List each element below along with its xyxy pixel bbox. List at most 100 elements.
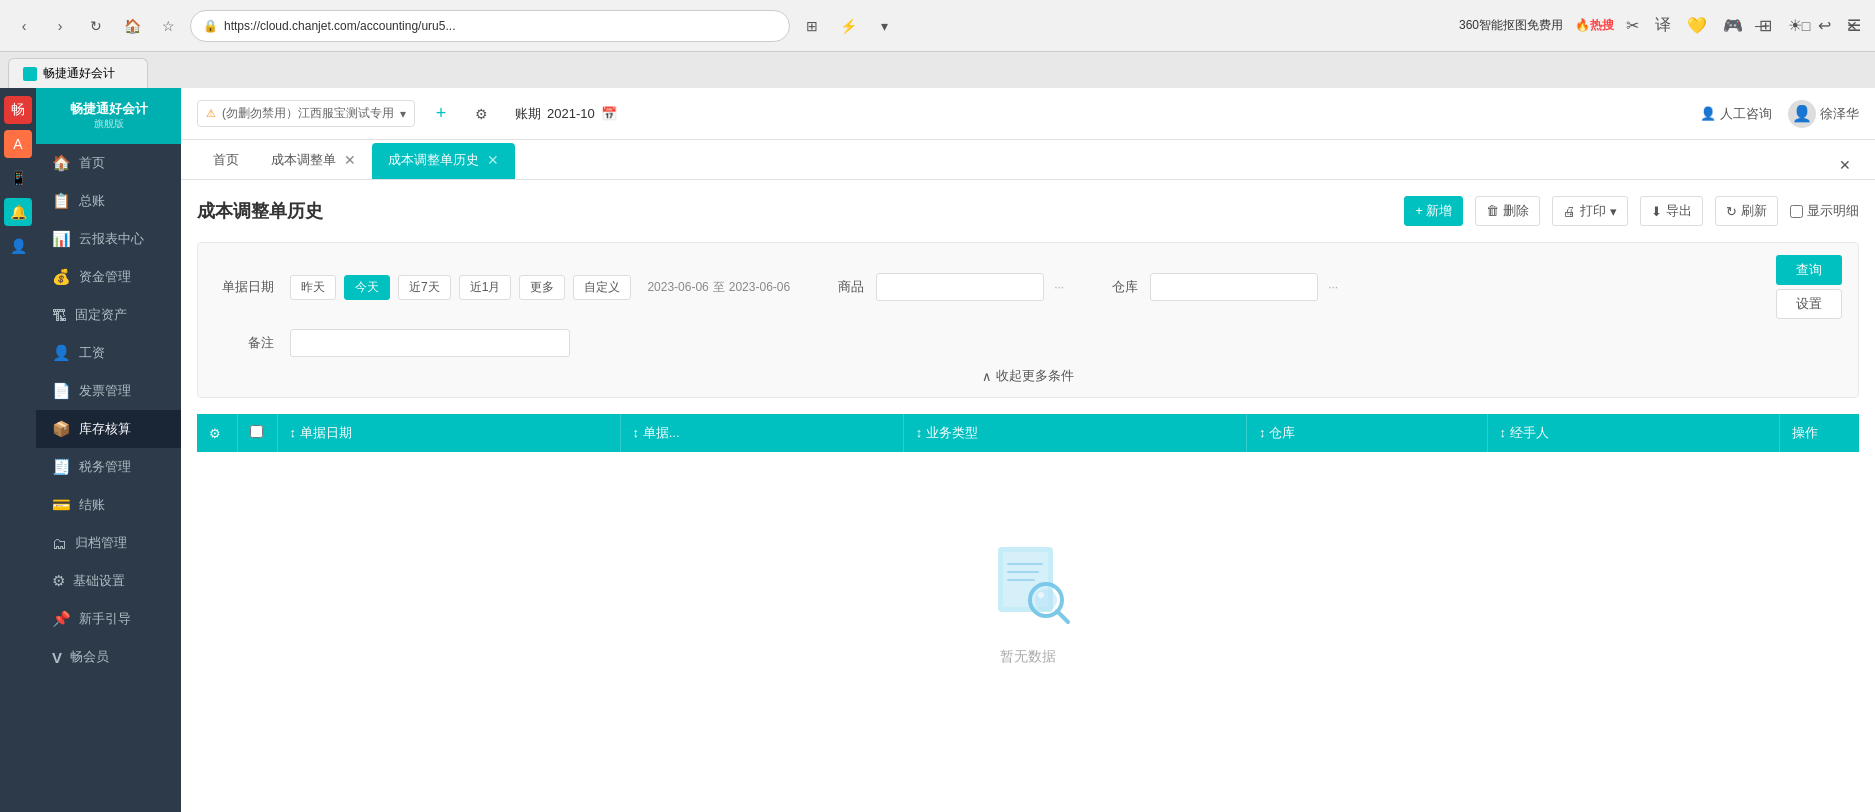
- flash-button[interactable]: ⚡: [834, 12, 862, 40]
- th-warehouse[interactable]: ↕ 仓库: [1246, 414, 1487, 452]
- date-filter: 昨天 今天 近7天 近1月 更多 自定义 2023-06-06 至 2023-0…: [290, 275, 790, 300]
- sidebar-item-fixed-assets[interactable]: 🏗 固定资产: [36, 296, 181, 334]
- th-checkbox[interactable]: [237, 414, 277, 452]
- filter-settings-btn[interactable]: 设置: [1776, 289, 1842, 319]
- refresh-button[interactable]: ↻: [82, 12, 110, 40]
- display-cols-checkbox[interactable]: [1790, 205, 1803, 218]
- browser-chrome: ‹ › ↻ 🏠 ☆ 🔒 https://cloud.chanjet.com/ac…: [0, 0, 1875, 52]
- page-tab-home[interactable]: 首页: [197, 143, 255, 179]
- address-bar[interactable]: 🔒 https://cloud.chanjet.com/accounting/u…: [190, 10, 790, 42]
- grid-button[interactable]: ⊞: [798, 12, 826, 40]
- company-selector[interactable]: ⚠ (勿删勿禁用）江西服宝测试专用 ▾: [197, 100, 415, 127]
- th-number[interactable]: ↕ 单据...: [620, 414, 903, 452]
- refresh-btn[interactable]: ↻ 刷新: [1715, 196, 1778, 226]
- app-container: 畅 A 📱 🔔 👤 畅捷通好会计 旗舰版 🏠 首页 📋 总账 📊 云报表中心: [0, 88, 1875, 812]
- sidebar-item-tax[interactable]: 🧾 税务管理: [36, 448, 181, 486]
- dropdown-button[interactable]: ▾: [870, 12, 898, 40]
- main-content: ⚠ (勿删勿禁用）江西服宝测试专用 ▾ + ⚙ 账期 2021-10 📅 👤 人…: [181, 88, 1875, 812]
- page-tab-history-label: 成本调整单历史: [388, 151, 479, 169]
- sidebar-item-funds[interactable]: 💰 资金管理: [36, 258, 181, 296]
- sidebar-item-invoices[interactable]: 📄 发票管理: [36, 372, 181, 410]
- note-input[interactable]: [290, 329, 570, 357]
- delete-btn[interactable]: 🗑 删除: [1475, 196, 1540, 226]
- sidebar-item-settle[interactable]: 💳 结账: [36, 486, 181, 524]
- sidebar-item-guide[interactable]: 📌 新手引导: [36, 600, 181, 638]
- sidebar-item-general-ledger[interactable]: 📋 总账: [36, 182, 181, 220]
- export-btn[interactable]: ⬇ 导出: [1640, 196, 1703, 226]
- settings-cog-btn[interactable]: ⚙: [467, 100, 495, 128]
- filter-warehouse: 仓库 ···: [1112, 273, 1338, 301]
- sidebar-item-reports[interactable]: 📊 云报表中心: [36, 220, 181, 258]
- sidebar-item-inventory[interactable]: 📦 库存核算: [36, 410, 181, 448]
- minimize-btn[interactable]: ─: [1737, 0, 1783, 52]
- back-button[interactable]: ‹: [10, 12, 38, 40]
- tax-icon: 🧾: [52, 458, 71, 476]
- th-handler[interactable]: ↕ 经手人: [1487, 414, 1779, 452]
- user-info[interactable]: 👤 徐泽华: [1788, 100, 1859, 128]
- date-btn-today[interactable]: 今天: [344, 275, 390, 300]
- svg-point-6: [1035, 589, 1057, 611]
- strip-icon-1[interactable]: 📱: [4, 164, 32, 192]
- page-tab-cost-adjust[interactable]: 成本调整单 ✕: [255, 143, 372, 179]
- warehouse-input[interactable]: [1150, 273, 1318, 301]
- chevron-up-icon: ∧: [982, 369, 992, 384]
- th-date[interactable]: ↕ 单据日期: [277, 414, 620, 452]
- print-btn[interactable]: 🖨 打印 ▾: [1552, 196, 1628, 226]
- search-text: 360智能抠图免费用: [1459, 17, 1563, 34]
- tab-label-1: 畅捷通好会计: [43, 65, 115, 82]
- sidebar-item-home[interactable]: 🏠 首页: [36, 144, 181, 182]
- th-biz-type[interactable]: ↕ 业务类型: [903, 414, 1246, 452]
- product-input[interactable]: [876, 273, 1044, 301]
- url-text: https://cloud.chanjet.com/accounting/uru…: [224, 19, 455, 33]
- new-btn[interactable]: + 新增: [1404, 196, 1463, 226]
- refresh-label: 刷新: [1741, 202, 1767, 220]
- strip-icon-logo[interactable]: 畅: [4, 96, 32, 124]
- page-tab-history-close[interactable]: ✕: [487, 152, 499, 168]
- display-cols-label[interactable]: 显示明细: [1790, 202, 1859, 220]
- date-range: 2023-06-06 至 2023-06-06: [647, 279, 790, 296]
- settle-icon: 💳: [52, 496, 71, 514]
- date-btn-1month[interactable]: 近1月: [459, 275, 512, 300]
- th-settings[interactable]: ⚙: [197, 414, 237, 452]
- bookmark-button[interactable]: ☆: [154, 12, 182, 40]
- collapse-btn[interactable]: ∧ 收起更多条件: [982, 367, 1074, 385]
- th-date-label: ↕ 单据日期: [290, 425, 352, 440]
- service-button[interactable]: 👤 人工咨询: [1700, 105, 1772, 123]
- scissors-btn[interactable]: ✂: [1622, 12, 1643, 39]
- page-tab-cost-adjust-close[interactable]: ✕: [344, 152, 356, 168]
- calendar-icon[interactable]: 📅: [601, 106, 617, 121]
- strip-icon-3[interactable]: 👤: [4, 232, 32, 260]
- forward-button[interactable]: ›: [46, 12, 74, 40]
- sidebar-item-payroll[interactable]: 👤 工资: [36, 334, 181, 372]
- nav-label-gl: 总账: [79, 192, 105, 210]
- export-label: 导出: [1666, 202, 1692, 220]
- search-bar: 360智能抠图免费用 🔥热搜: [1459, 17, 1614, 34]
- strip-icon-2[interactable]: 🔔: [4, 198, 32, 226]
- strip-icon-app[interactable]: A: [4, 130, 32, 158]
- wallet-btn[interactable]: 💛: [1683, 12, 1711, 39]
- home-button[interactable]: 🏠: [118, 12, 146, 40]
- empty-state: 暂无数据: [197, 452, 1859, 746]
- sidebar-item-archive[interactable]: 🗂 归档管理: [36, 524, 181, 562]
- add-company-btn[interactable]: +: [427, 100, 455, 128]
- date-btn-custom[interactable]: 自定义: [573, 275, 631, 300]
- select-all-checkbox[interactable]: [250, 425, 263, 438]
- date-btn-more[interactable]: 更多: [519, 275, 565, 300]
- nav-label-home: 首页: [79, 154, 105, 172]
- date-btn-yesterday[interactable]: 昨天: [290, 275, 336, 300]
- settings-gear-icon: ⚙: [209, 426, 221, 441]
- sidebar-item-member[interactable]: V 畅会员: [36, 638, 181, 676]
- lock-icon: 🔒: [203, 19, 218, 33]
- translate-btn[interactable]: 译: [1651, 11, 1675, 40]
- sidebar-item-settings[interactable]: ⚙ 基础设置: [36, 562, 181, 600]
- print-dropdown-icon: ▾: [1610, 204, 1617, 219]
- close-btn[interactable]: ✕: [1829, 0, 1875, 52]
- page-tab-cost-adjust-history[interactable]: 成本调整单历史 ✕: [372, 143, 515, 179]
- date-btn-7days[interactable]: 近7天: [398, 275, 451, 300]
- warehouse-label: 仓库: [1112, 278, 1138, 296]
- maximize-btn[interactable]: □: [1783, 0, 1829, 52]
- browser-tab-1[interactable]: 畅捷通好会计: [8, 58, 148, 88]
- close-all-tabs-btn[interactable]: ✕: [1831, 151, 1859, 179]
- query-btn[interactable]: 查询: [1776, 255, 1842, 285]
- display-cols-text: 显示明细: [1807, 202, 1859, 220]
